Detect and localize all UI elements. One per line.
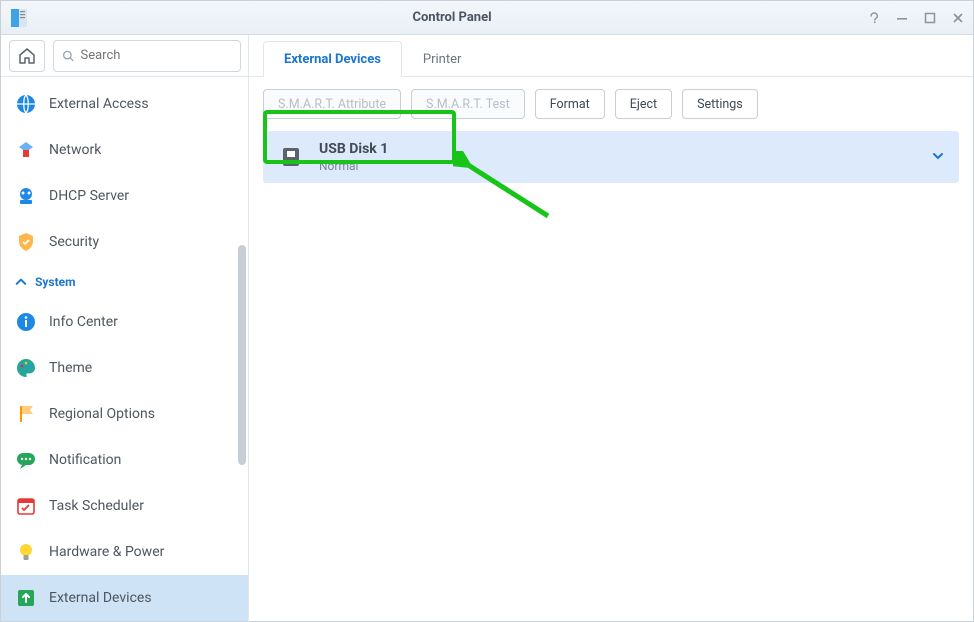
section-label: System [35, 275, 76, 289]
smart-test-button[interactable]: S.M.A.R.T. Test [411, 89, 525, 119]
sidebar-scrollbar[interactable] [238, 245, 246, 465]
sidebar-item-label: Task Scheduler [49, 498, 144, 514]
sidebar-item-label: Theme [49, 360, 92, 376]
sidebar-item-label: Hardware & Power [49, 544, 164, 560]
tabs: External Devices Printer [249, 35, 973, 77]
sidebar-item-label: Info Center [49, 314, 118, 330]
chevron-up-icon [15, 276, 27, 288]
sidebar-item-label: External Access [49, 96, 149, 112]
app-icon [9, 7, 29, 29]
action-bar: S.M.A.R.T. Attribute S.M.A.R.T. Test For… [249, 77, 973, 131]
dhcp-icon [15, 185, 37, 207]
content-pane: External Devices Printer S.M.A.R.T. Attr… [249, 35, 973, 622]
smart-attribute-button[interactable]: S.M.A.R.T. Attribute [263, 89, 401, 119]
minimize-icon[interactable] [895, 11, 909, 25]
sidebar-item-info-center[interactable]: Info Center [1, 299, 248, 345]
sidebar: External Access Network DHCP Server Secu… [1, 35, 249, 622]
sidebar-item-regional-options[interactable]: Regional Options [1, 391, 248, 437]
sidebar-item-network[interactable]: Network [1, 127, 248, 173]
chevron-down-icon[interactable] [931, 148, 945, 167]
sidebar-item-label: DHCP Server [49, 188, 129, 204]
sidebar-item-external-devices[interactable]: External Devices [1, 575, 248, 621]
sidebar-toolbar [1, 35, 249, 77]
tab-external-devices[interactable]: External Devices [263, 41, 402, 77]
section-header-system[interactable]: System [1, 265, 248, 299]
device-row-usb-disk-1[interactable]: USB Disk 1 Normal [263, 131, 959, 183]
window-title: Control Panel [37, 10, 867, 25]
settings-button[interactable]: Settings [682, 89, 758, 119]
device-status: Normal [319, 159, 388, 173]
info-icon [15, 311, 37, 333]
close-icon[interactable] [951, 11, 965, 25]
sidebar-item-notification[interactable]: Notification [1, 437, 248, 483]
search-box[interactable] [53, 40, 241, 72]
sidebar-item-external-access[interactable]: External Access [1, 81, 248, 127]
upload-icon [15, 587, 37, 609]
chat-icon [15, 449, 37, 471]
network-icon [15, 139, 37, 161]
titlebar: Control Panel [1, 1, 973, 35]
calendar-icon [15, 495, 37, 517]
search-input[interactable] [80, 48, 232, 63]
sidebar-item-label: Security [49, 234, 99, 250]
sidebar-item-theme[interactable]: Theme [1, 345, 248, 391]
home-button[interactable] [9, 40, 45, 72]
device-name: USB Disk 1 [319, 141, 388, 157]
sidebar-item-label: Regional Options [49, 406, 155, 422]
sidebar-item-label: External Devices [49, 590, 152, 606]
format-button[interactable]: Format [535, 89, 605, 119]
sidebar-item-hardware-power[interactable]: Hardware & Power [1, 529, 248, 575]
control-panel-window: Control Panel [0, 0, 974, 622]
sidebar-item-dhcp-server[interactable]: DHCP Server [1, 173, 248, 219]
flag-icon [15, 403, 37, 425]
help-icon[interactable] [867, 11, 881, 25]
globe-icon [15, 93, 37, 115]
sidebar-item-task-scheduler[interactable]: Task Scheduler [1, 483, 248, 529]
sidebar-item-label: Network [49, 142, 101, 158]
tab-printer[interactable]: Printer [402, 41, 483, 77]
usb-disk-icon [277, 143, 305, 171]
sidebar-item-label: Notification [49, 452, 121, 468]
search-icon [62, 49, 74, 63]
sidebar-item-security[interactable]: Security [1, 219, 248, 265]
bulb-icon [15, 541, 37, 563]
palette-icon [15, 357, 37, 379]
maximize-icon[interactable] [923, 11, 937, 25]
eject-button[interactable]: Eject [615, 89, 672, 119]
window-controls [867, 11, 965, 25]
shield-icon [15, 231, 37, 253]
device-text: USB Disk 1 Normal [319, 141, 388, 173]
